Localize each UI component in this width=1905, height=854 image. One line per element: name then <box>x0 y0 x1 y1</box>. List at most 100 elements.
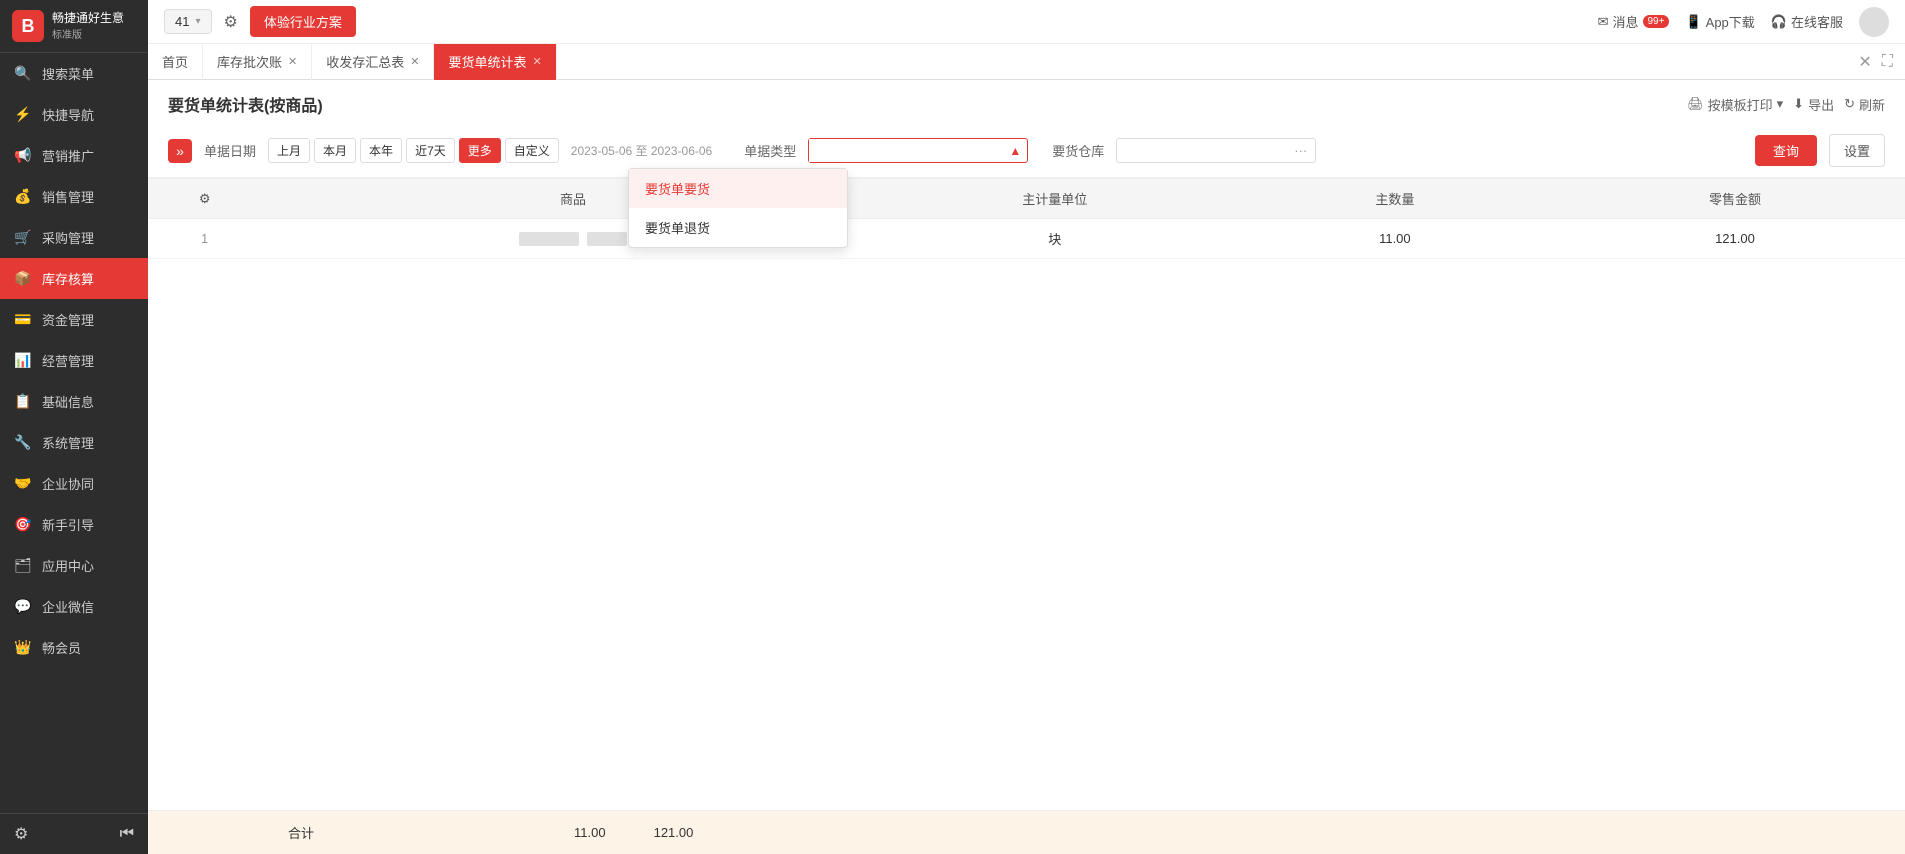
warehouse-filter-select[interactable]: ··· <box>1116 138 1316 163</box>
tab-order-stats[interactable]: 要货单统计表 ✕ <box>434 44 556 80</box>
expand-icon[interactable]: ⛶ <box>1878 53 1897 71</box>
tab-label: 收发存汇总表 <box>326 52 404 71</box>
sidebar-item-vip[interactable]: 👑 畅会员 <box>0 627 148 668</box>
type-dropdown: 要货单要货要货单退货 <box>628 168 848 248</box>
type-filter-select[interactable]: ▲ <box>808 138 1028 163</box>
collapse-icon[interactable]: ⏮ <box>120 825 134 843</box>
headset-icon: 🎧 <box>1771 14 1787 30</box>
warehouse-more-icon[interactable]: ··· <box>1294 143 1307 158</box>
message-label: 消息 <box>1612 12 1638 31</box>
refresh-icon: ↻ <box>1844 96 1855 112</box>
app-sub: 标准版 <box>52 26 124 41</box>
period-year[interactable]: 本年 <box>360 138 402 163</box>
sidebar-item-basics[interactable]: 📋 基础信息 <box>0 381 148 422</box>
sidebar-item-label: 快捷导航 <box>42 105 94 124</box>
tab-close-icon[interactable]: ✕ <box>288 55 297 68</box>
page-title: 要货单统计表(按商品) <box>168 92 323 116</box>
sidebar-item-label: 基础信息 <box>42 392 94 411</box>
type-filter-input[interactable] <box>809 139 1003 162</box>
filter-expand-button[interactable]: » <box>168 139 192 163</box>
apps-icon: 🗂 <box>14 557 32 574</box>
settings-button[interactable]: 设置 <box>1829 134 1885 167</box>
sidebar-item-inventory[interactable]: 📦 库存核算 <box>0 258 148 299</box>
topbar: 41 ▾ ⚙ 体验行业方案 ✉ 消息 99+ 📱 App下载 🎧 在线客服 <box>148 0 1905 44</box>
sidebar-item-operations[interactable]: 📊 经营管理 <box>0 340 148 381</box>
dropdown-item-order-goods[interactable]: 要货单要货 <box>629 169 847 208</box>
period-cur-month[interactable]: 本月 <box>314 138 356 163</box>
close-tab-icon[interactable]: ✕ <box>1854 52 1875 72</box>
date-range-display: 2023-05-06 至 2023-06-06 <box>571 142 712 159</box>
sidebar-item-label: 营销推广 <box>42 146 94 165</box>
period-custom[interactable]: 自定义 <box>505 138 559 163</box>
page-actions: 🖨 按模板打印 ▾ ⬇ 导出 ↻ 刷新 <box>1687 95 1885 114</box>
sidebar-item-system[interactable]: 🔧 系统管理 <box>0 422 148 463</box>
sidebar-item-marketing[interactable]: 📢 营销推广 <box>0 135 148 176</box>
type-select-arrow-icon[interactable]: ▲ <box>1003 144 1027 158</box>
app-download-label: App下载 <box>1706 12 1755 31</box>
sidebar-item-purchase[interactable]: 🛒 采购管理 <box>0 217 148 258</box>
message-icon: ✉ <box>1598 14 1609 30</box>
sidebar-item-label: 畅会员 <box>42 638 81 657</box>
dropdown-item-order-return[interactable]: 要货单退货 <box>629 208 847 247</box>
sidebar-item-label: 新手引导 <box>42 515 94 534</box>
quicknav-icon: ⚡ <box>14 106 32 123</box>
sidebar-item-guide[interactable]: 🎯 新手引导 <box>0 504 148 545</box>
tab-inventory-batch[interactable]: 库存批次账✕ <box>203 44 312 80</box>
enterprise-icon: 🤝 <box>14 475 32 492</box>
sidebar-item-label: 应用中心 <box>42 556 94 575</box>
sidebar-item-label: 搜索菜单 <box>42 64 94 83</box>
search-icon: 🔍 <box>14 65 32 82</box>
sidebar-item-search[interactable]: 🔍 搜索菜单 <box>0 53 148 94</box>
sidebar-item-wechat[interactable]: 💬 企业微信 <box>0 586 148 627</box>
sidebar-item-quicknav[interactable]: ⚡ 快捷导航 <box>0 94 148 135</box>
warehouse-filter-label: 要货仓库 <box>1052 141 1104 160</box>
sidebar-item-enterprise[interactable]: 🤝 企业协同 <box>0 463 148 504</box>
sidebar-item-finance[interactable]: 💳 资金管理 <box>0 299 148 340</box>
sidebar-item-label: 资金管理 <box>42 310 94 329</box>
inventory-icon: 📦 <box>14 270 32 287</box>
topbar-left: 41 ▾ ⚙ 体验行业方案 <box>164 6 356 37</box>
page-header: 要货单统计表(按商品) 🖨 按模板打印 ▾ ⬇ 导出 ↻ 刷新 <box>148 80 1905 124</box>
sidebar-item-sales[interactable]: 💰 销售管理 <box>0 176 148 217</box>
sidebar-item-label: 销售管理 <box>42 187 94 206</box>
tab-receivable-summary[interactable]: 收发存汇总表 ✕ <box>312 44 434 80</box>
filter-bar: » 单据日期 上月 本月 本年 近7天 更多 自定义 2023-05-06 至 … <box>148 124 1905 178</box>
settings-icon[interactable]: ⚙ <box>14 824 28 844</box>
topbar-settings-icon[interactable]: ⚙ <box>224 12 238 32</box>
tab-expand-btns: ✕ ⛶ <box>1854 52 1905 72</box>
online-service[interactable]: 🎧 在线客服 <box>1771 12 1843 31</box>
sidebar: B 畅捷通好生意 标准版 🔍 搜索菜单⚡ 快捷导航📢 营销推广💰 销售管理🛒 采… <box>0 0 148 854</box>
print-button[interactable]: 🖨 按模板打印 ▾ <box>1687 95 1783 114</box>
query-button[interactable]: 查询 <box>1755 135 1817 166</box>
store-name: 41 <box>175 14 189 29</box>
period-prev-month[interactable]: 上月 <box>268 138 310 163</box>
sidebar-item-label: 系统管理 <box>42 433 94 452</box>
tab-home[interactable]: 首页 <box>148 44 203 80</box>
sidebar-item-label: 企业协同 <box>42 474 94 493</box>
store-selector[interactable]: 41 ▾ <box>164 9 212 34</box>
message-notif[interactable]: ✉ 消息 99+ <box>1598 12 1670 31</box>
table-row: 1 块 11.00 121.00 <box>148 219 1905 259</box>
product-code-placeholder <box>587 232 627 246</box>
col-settings[interactable]: ⚙ <box>148 179 261 219</box>
promo-button[interactable]: 体验行业方案 <box>250 6 356 37</box>
row-amount: 121.00 <box>1565 219 1905 259</box>
main-area: 41 ▾ ⚙ 体验行业方案 ✉ 消息 99+ 📱 App下载 🎧 在线客服 <box>148 0 1905 854</box>
date-filter-btns: 上月 本月 本年 近7天 更多 自定义 <box>268 138 559 163</box>
refresh-button[interactable]: ↻ 刷新 <box>1844 95 1885 114</box>
user-avatar[interactable] <box>1859 7 1889 37</box>
period-week[interactable]: 近7天 <box>406 138 455 163</box>
purchase-icon: 🛒 <box>14 229 32 246</box>
tab-label: 要货单统计表 <box>448 52 526 71</box>
date-filter-label: 单据日期 <box>204 141 256 160</box>
export-button[interactable]: ⬇ 导出 <box>1793 95 1834 114</box>
sidebar-item-label: 企业微信 <box>42 597 94 616</box>
guide-icon: 🎯 <box>14 516 32 533</box>
sidebar-item-apps[interactable]: 🗂 应用中心 <box>0 545 148 586</box>
tab-close-icon[interactable]: ✕ <box>410 55 419 68</box>
col-unit: 主计量单位 <box>885 179 1225 219</box>
period-more[interactable]: 更多 <box>459 138 501 163</box>
topbar-right: ✉ 消息 99+ 📱 App下载 🎧 在线客服 <box>1598 7 1889 37</box>
tab-close-icon[interactable]: ✕ <box>533 55 542 68</box>
app-download[interactable]: 📱 App下载 <box>1685 12 1754 31</box>
